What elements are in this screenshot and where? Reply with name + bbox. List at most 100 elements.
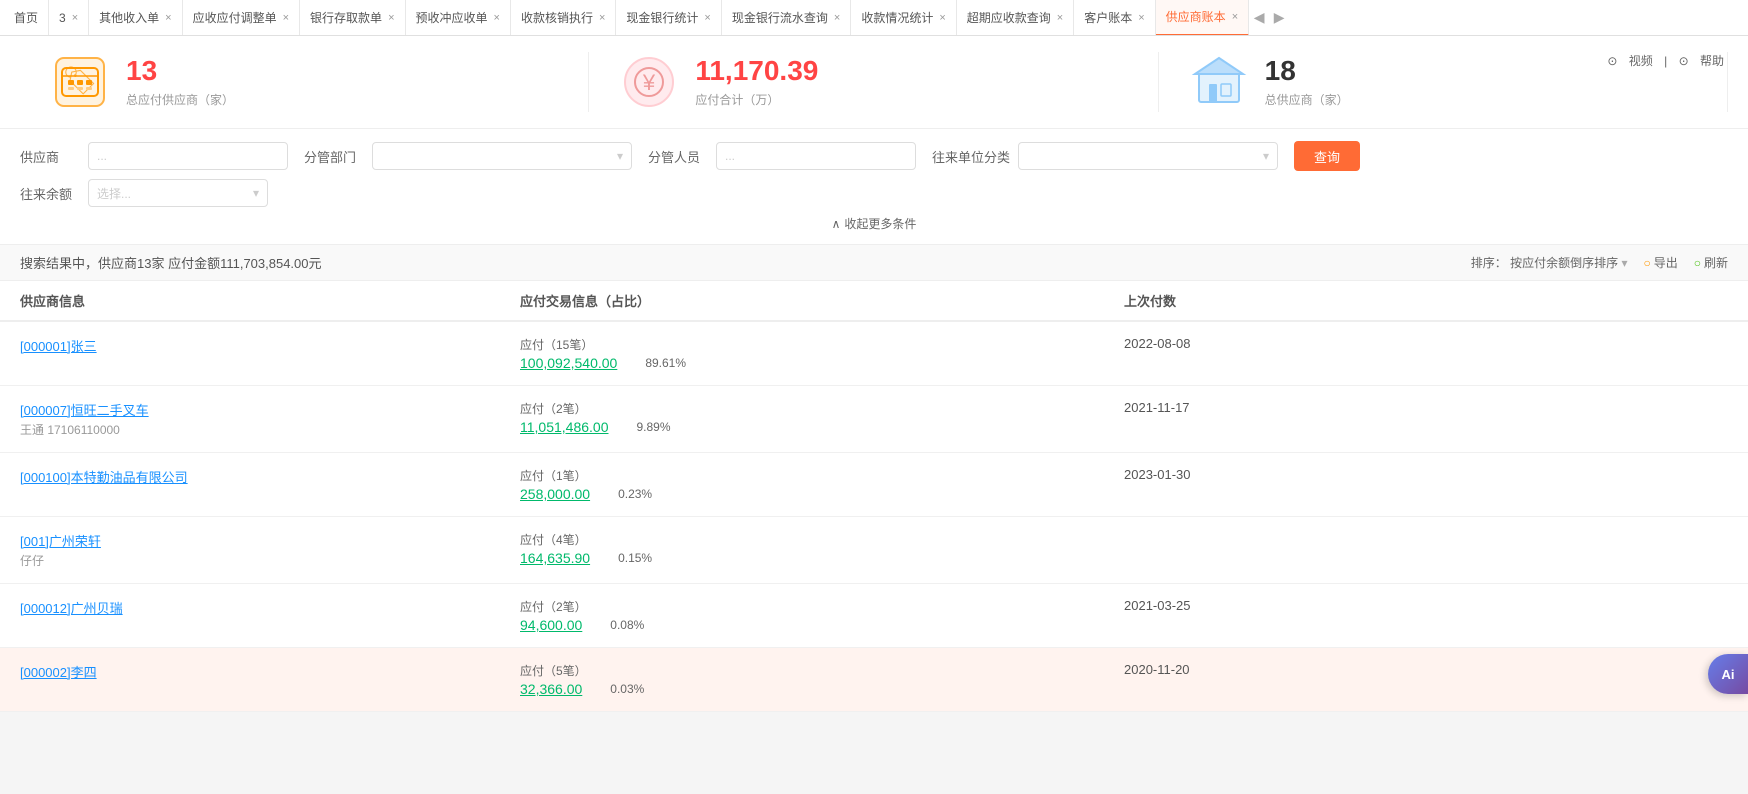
- export-circle-icon: ○: [1643, 256, 1650, 270]
- tab-ar-ap-adjust-close[interactable]: ×: [283, 12, 289, 24]
- result-actions: 排序： 按应付余额倒序排序 ▾ ○ 导出 ○ 刷新: [1471, 254, 1728, 271]
- payable-label-1: 应付（15笔）: [520, 336, 1124, 353]
- filter-person: 分管人员 ...: [648, 142, 916, 170]
- store-icon: [1189, 52, 1249, 112]
- tab-prepay-offset[interactable]: 预收冲应收单 ×: [406, 0, 511, 36]
- supplier-info-1: [000001]张三: [20, 336, 520, 355]
- tab-receipt-verify[interactable]: 收款核销执行 ×: [511, 0, 616, 36]
- top-navigation: 首页 3 × 其他收入单 × 应收应付调整单 × 银行存取款单 × 预收冲应收单…: [0, 0, 1748, 36]
- tab-supplier-ledger[interactable]: 供应商账本 ×: [1156, 0, 1249, 36]
- balance-filter-select[interactable]: 选择... ▾: [88, 179, 268, 207]
- tab-cash-bank-stat-close[interactable]: ×: [704, 12, 710, 24]
- category-filter-label: 往来单位分类: [932, 147, 1010, 166]
- tab-bank-deposit-close[interactable]: ×: [388, 12, 394, 24]
- query-button[interactable]: 查询: [1294, 141, 1360, 171]
- payable-amount-3[interactable]: 258,000.00: [520, 486, 590, 502]
- table-row: [000007]恒旺二手叉车 王通 17106110000 应付（2笔） 11,…: [0, 386, 1748, 453]
- person-filter-input[interactable]: ...: [716, 142, 916, 170]
- tab-cash-flow-query[interactable]: 现金银行流水查询 ×: [722, 0, 851, 36]
- category-filter-select[interactable]: ▾: [1018, 142, 1278, 170]
- last-payment-2: 2021-11-17: [1124, 400, 1728, 415]
- payable-percent-5: 0.08%: [610, 618, 644, 632]
- sort-label: 排序： 按应付余额倒序排序 ▾: [1471, 254, 1628, 271]
- refresh-circle-icon: ○: [1694, 256, 1701, 270]
- tab-customer-ledger-close[interactable]: ×: [1138, 12, 1144, 24]
- summary-area: 🏷 13 总应付供应商（家） ¥ 11,17: [0, 36, 1748, 129]
- supplier-link-5[interactable]: [000012]广州贝瑞: [20, 601, 123, 616]
- circle-icon2: ⊙: [1679, 54, 1689, 68]
- total-payable-suppliers-number: 13: [126, 56, 234, 87]
- tab-cash-flow-query-close[interactable]: ×: [834, 12, 840, 24]
- nav-arrow-right[interactable]: ▶: [1269, 0, 1289, 36]
- col-header-supplier: 供应商信息: [20, 291, 520, 310]
- svg-text:¥: ¥: [642, 70, 656, 95]
- tab-prepay-offset-label: 预收冲应收单: [416, 9, 488, 26]
- table-row: [000002]李四 应付（5笔） 32,366.00 0.03% 2020-1…: [0, 648, 1748, 712]
- supplier-info-4: [001]广州荣轩 仔仔: [20, 531, 520, 569]
- refresh-button[interactable]: ○ 刷新: [1694, 254, 1728, 271]
- supplier-filter-input[interactable]: ...: [88, 142, 288, 170]
- ai-button[interactable]: Ai: [1708, 654, 1748, 694]
- sort-label-text: 排序：: [1471, 256, 1507, 270]
- help-link[interactable]: 帮助: [1700, 54, 1724, 68]
- separator: |: [1664, 54, 1670, 68]
- tab-bank-deposit[interactable]: 银行存取款单 ×: [300, 0, 405, 36]
- tab-home[interactable]: 首页: [4, 0, 49, 36]
- payable-amount-4[interactable]: 164,635.90: [520, 550, 590, 566]
- supplier-link-1[interactable]: [000001]张三: [20, 339, 97, 354]
- tab-bank-deposit-label: 银行存取款单: [310, 9, 382, 26]
- video-link[interactable]: 视频: [1629, 54, 1653, 68]
- table-row: [001]广州荣轩 仔仔 应付（4笔） 164,635.90 0.15%: [0, 517, 1748, 584]
- tab-3[interactable]: 3 ×: [49, 0, 89, 36]
- supplier-info-6: [000002]李四: [20, 662, 520, 681]
- payable-amount-1[interactable]: 100,092,540.00: [520, 355, 617, 371]
- supplier-filter-label: 供应商: [20, 147, 80, 166]
- summary-card-suppliers: 🏷 13 总应付供应商（家）: [20, 52, 589, 112]
- supplier-sub-4: 仔仔: [20, 552, 520, 569]
- payable-percent-1: 89.61%: [645, 356, 686, 370]
- tab-receipt-stat[interactable]: 收款情况统计 ×: [851, 0, 956, 36]
- result-bar: 搜索结果中，供应商13家 应付金额111,703,854.00元 排序： 按应付…: [0, 245, 1748, 281]
- result-info: 搜索结果中，供应商13家 应付金额111,703,854.00元: [20, 253, 322, 272]
- payable-label-2: 应付（2笔）: [520, 400, 1124, 417]
- tab-cash-bank-stat[interactable]: 现金银行统计 ×: [616, 0, 721, 36]
- tab-other-income-close[interactable]: ×: [165, 12, 171, 24]
- collapse-button[interactable]: ∧ 收起更多条件: [832, 215, 917, 232]
- supplier-sub-2: 王通 17106110000: [20, 421, 520, 438]
- tab-overdue-query-close[interactable]: ×: [1057, 12, 1063, 24]
- tab-supplier-ledger-close[interactable]: ×: [1232, 11, 1238, 23]
- dept-filter-select[interactable]: ▾: [372, 142, 632, 170]
- payable-info-5: 应付（2笔） 94,600.00 0.08%: [520, 598, 1124, 633]
- tab-customer-ledger[interactable]: 客户账本 ×: [1074, 0, 1155, 36]
- tab-receipt-verify-close[interactable]: ×: [599, 12, 605, 24]
- supplier-link-6[interactable]: [000002]李四: [20, 665, 97, 680]
- tab-3-close[interactable]: ×: [72, 12, 78, 24]
- payable-info-4: 应付（4笔） 164,635.90 0.15%: [520, 531, 1124, 566]
- tab-other-income[interactable]: 其他收入单 ×: [89, 0, 182, 36]
- filter-supplier: 供应商 ...: [20, 142, 288, 170]
- supplier-icon: 🏷: [50, 52, 110, 112]
- sort-value[interactable]: 按应付余额倒序排序: [1510, 256, 1618, 270]
- payable-info-1: 应付（15笔） 100,092,540.00 89.61%: [520, 336, 1124, 371]
- export-button[interactable]: ○ 导出: [1643, 254, 1677, 271]
- supplier-link-4[interactable]: [001]广州荣轩: [20, 534, 101, 549]
- tab-receipt-stat-close[interactable]: ×: [939, 12, 945, 24]
- tab-cash-flow-query-label: 现金银行流水查询: [732, 9, 828, 26]
- payable-amount-5[interactable]: 94,600.00: [520, 617, 582, 633]
- supplier-info-5: [000012]广州贝瑞: [20, 598, 520, 617]
- nav-arrow-left[interactable]: ◀: [1249, 0, 1269, 36]
- payable-amount-2[interactable]: 11,051,486.00: [520, 419, 609, 435]
- summary-text-amount: 11,170.39 应付合计（万）: [695, 56, 818, 108]
- payable-label-3: 应付（1笔）: [520, 467, 1124, 484]
- table-row: [000100]本特勤油品有限公司 应付（1笔） 258,000.00 0.23…: [0, 453, 1748, 517]
- supplier-link-2[interactable]: [000007]恒旺二手叉车: [20, 403, 149, 418]
- payable-amount-6[interactable]: 32,366.00: [520, 681, 582, 697]
- tab-overdue-query[interactable]: 超期应收款查询 ×: [957, 0, 1074, 36]
- tab-prepay-offset-close[interactable]: ×: [494, 12, 500, 24]
- person-filter-label: 分管人员: [648, 147, 708, 166]
- supplier-link-3[interactable]: [000100]本特勤油品有限公司: [20, 470, 188, 485]
- tab-ar-ap-adjust[interactable]: 应收应付调整单 ×: [183, 0, 300, 36]
- tab-receipt-verify-label: 收款核销执行: [521, 9, 593, 26]
- payable-info-2: 应付（2笔） 11,051,486.00 9.89%: [520, 400, 1124, 435]
- filter-category: 往来单位分类 ▾: [932, 142, 1278, 170]
